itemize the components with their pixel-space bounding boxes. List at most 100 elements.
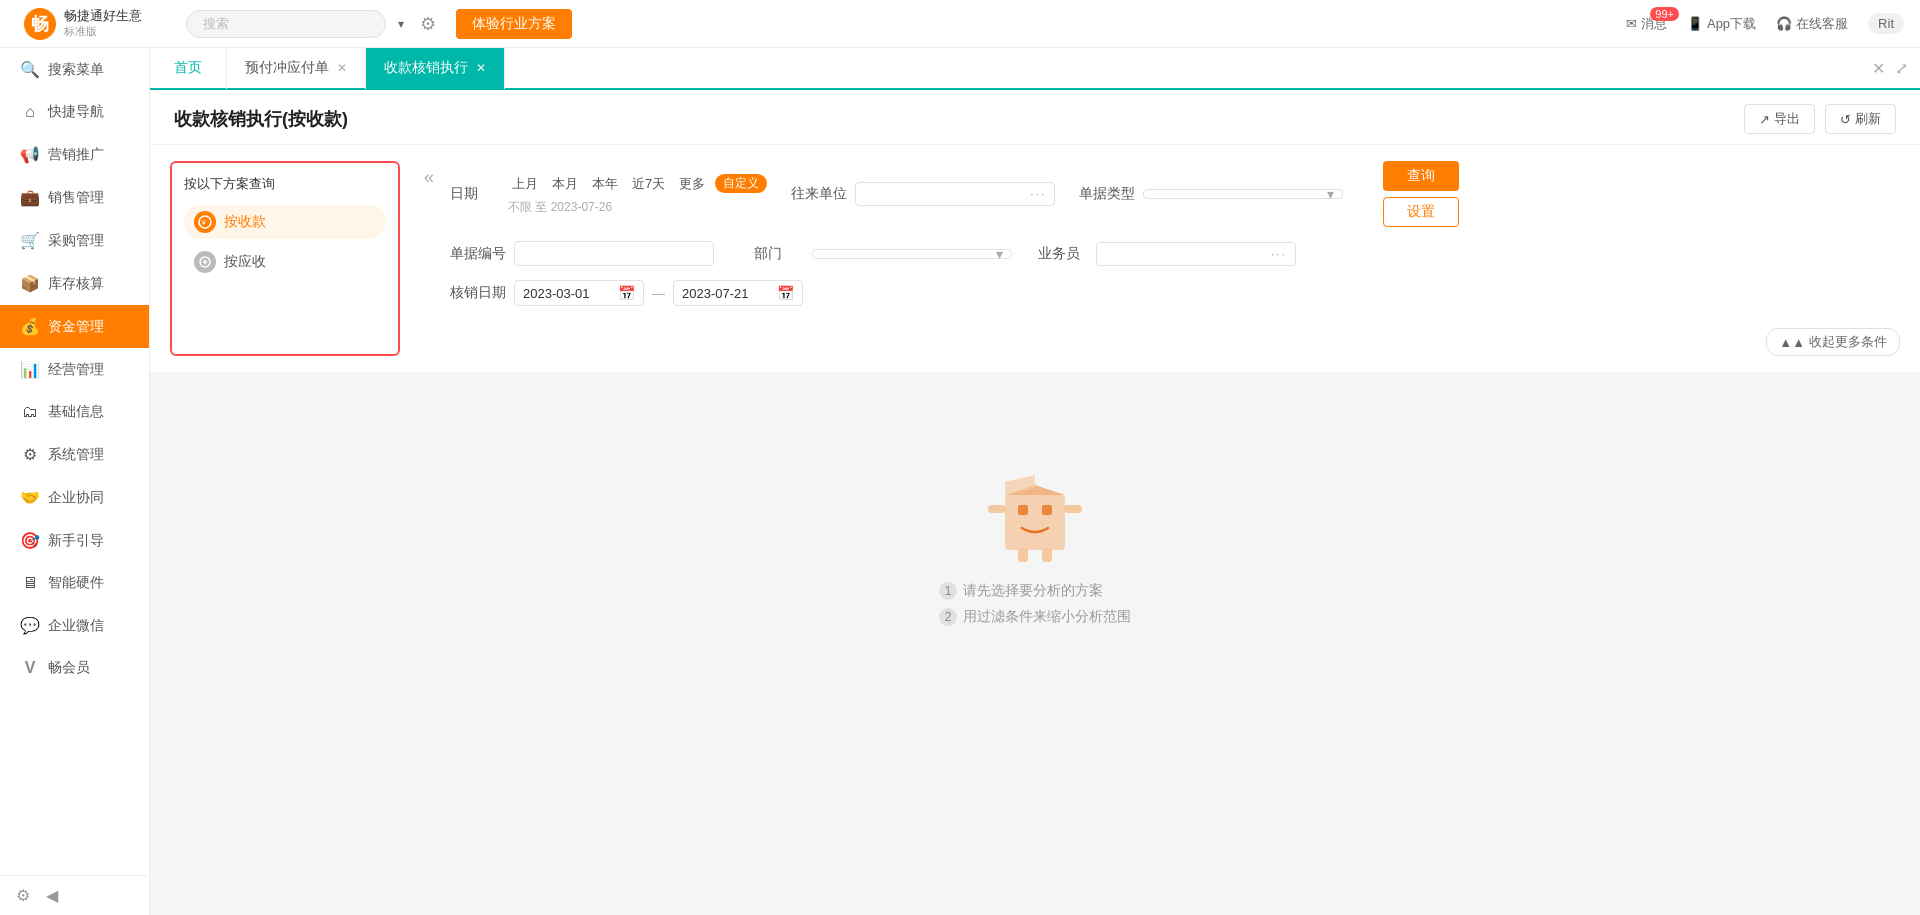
filter-panel-title: 按以下方案查询 bbox=[184, 175, 386, 193]
service-label: 在线客服 bbox=[1796, 15, 1848, 33]
system-icon: ⚙ bbox=[20, 445, 40, 464]
sidebar-item-inventory[interactable]: 📦 库存核算 bbox=[0, 262, 149, 305]
tab-prepay[interactable]: 预付冲应付单 ✕ bbox=[227, 48, 366, 89]
tab-collection-close[interactable]: ✕ bbox=[476, 61, 486, 75]
sidebar-item-sales[interactable]: 💼 销售管理 bbox=[0, 176, 149, 219]
topbar-center: 搜索 ▾ ⚙ 体验行业方案 bbox=[166, 9, 1626, 39]
filter-panel: 按以下方案查询 ¥ 按收款 按应收 bbox=[170, 161, 400, 356]
expand-icon[interactable]: ⤢ bbox=[1895, 59, 1908, 78]
filter-area: 按以下方案查询 ¥ 按收款 按应收 bbox=[150, 145, 1920, 372]
online-service-btn[interactable]: 🎧 在线客服 bbox=[1776, 15, 1848, 33]
verify-start-value: 2023-03-01 bbox=[523, 286, 590, 301]
sidebar-item-enterprise[interactable]: 🤝 企业协同 bbox=[0, 476, 149, 519]
date-field: 日期 上月 本月 本年 近7天 更多 自定义 不限 至 bbox=[450, 173, 767, 216]
shortcut-this-month[interactable]: 本月 bbox=[548, 173, 582, 195]
sidebar-item-quicknav[interactable]: ⌂ 快捷导航 bbox=[0, 91, 149, 133]
sidebar-item-hardware[interactable]: 🖥 智能硬件 bbox=[0, 562, 149, 604]
svg-rect-6 bbox=[1018, 548, 1028, 562]
shortcut-7days[interactable]: 近7天 bbox=[628, 173, 669, 195]
refresh-btn[interactable]: ↺ 刷新 bbox=[1825, 104, 1896, 134]
sidebar-label-finance: 资金管理 bbox=[48, 318, 104, 336]
sidebar-item-member[interactable]: V 畅会员 bbox=[0, 647, 149, 689]
verify-end-date[interactable]: 2023-07-21 📅 bbox=[673, 280, 803, 306]
sidebar-item-search[interactable]: 🔍 搜索菜单 bbox=[0, 48, 149, 91]
verify-start-date[interactable]: 2023-03-01 📅 bbox=[514, 280, 644, 306]
sidebar-item-guide[interactable]: 🎯 新手引导 bbox=[0, 519, 149, 562]
query-actions: 查询 设置 bbox=[1383, 161, 1459, 227]
sidebar-label-sales: 销售管理 bbox=[48, 189, 104, 207]
export-icon: ↗ bbox=[1759, 112, 1770, 127]
sidebar-item-marketing[interactable]: 📢 营销推广 bbox=[0, 133, 149, 176]
sidebar-label-search: 搜索菜单 bbox=[48, 61, 104, 79]
filter-option-receivable[interactable]: 按应收 bbox=[184, 245, 386, 279]
app-download-btn[interactable]: 📱 App下载 bbox=[1687, 15, 1756, 33]
inventory-icon: 📦 bbox=[20, 274, 40, 293]
close-all-icon[interactable]: ✕ bbox=[1872, 59, 1885, 78]
dept-field: 部门 ▾ bbox=[754, 245, 1014, 263]
sidebar-item-purchase[interactable]: 🛒 采购管理 bbox=[0, 219, 149, 262]
tabbar-expand-area: ✕ ⤢ bbox=[1860, 59, 1920, 78]
guide-icon: 🎯 bbox=[20, 531, 40, 550]
sidebar-label-hardware: 智能硬件 bbox=[48, 574, 104, 592]
hint-num-1: 1 bbox=[939, 582, 957, 600]
sidebar-collapse-btn[interactable]: ◀ bbox=[46, 886, 58, 905]
tabbar: 首页 预付冲应付单 ✕ 收款核销执行 ✕ ✕ ⤢ bbox=[150, 48, 1920, 90]
tab-home[interactable]: 首页 bbox=[150, 48, 227, 89]
dept-select[interactable]: ▾ bbox=[812, 249, 1012, 259]
search-dropdown-icon[interactable]: ▾ bbox=[398, 17, 404, 31]
service-icon: 🎧 bbox=[1776, 16, 1792, 31]
sidebar-item-operations[interactable]: 📊 经营管理 bbox=[0, 348, 149, 391]
message-badge: 99+ bbox=[1650, 7, 1679, 21]
collapse-more-label: 收起更多条件 bbox=[1809, 333, 1887, 351]
search-input[interactable]: 搜索 bbox=[186, 10, 386, 38]
staff-field: 业务员 ··· bbox=[1038, 242, 1298, 266]
sidebar-item-finance[interactable]: 💰 资金管理 bbox=[0, 305, 149, 348]
date-separator: — bbox=[652, 286, 665, 301]
username-display[interactable]: Rit bbox=[1868, 13, 1904, 34]
verify-end-value: 2023-07-21 bbox=[682, 286, 749, 301]
shortcut-this-year[interactable]: 本年 bbox=[588, 173, 622, 195]
sidebar-bottom: ⚙ ◀ bbox=[0, 875, 149, 915]
filter-row-2: 单据编号 部门 ▾ 业务员 bbox=[450, 241, 1900, 266]
sidebar-item-system[interactable]: ⚙ 系统管理 bbox=[0, 433, 149, 476]
svg-rect-9 bbox=[1064, 505, 1082, 513]
staff-input[interactable]: ··· bbox=[1096, 242, 1296, 266]
logo-area: 畅 畅捷通好生意 标准版 bbox=[16, 4, 166, 44]
partner-input[interactable]: ··· bbox=[855, 182, 1055, 206]
tab-collection[interactable]: 收款核销执行 ✕ bbox=[366, 48, 505, 89]
collapse-more-btn[interactable]: ▲▲ 收起更多条件 bbox=[1766, 328, 1900, 356]
dept-label: 部门 bbox=[754, 245, 804, 263]
sidebar-item-basic-info[interactable]: 🗂 基础信息 bbox=[0, 391, 149, 433]
message-btn[interactable]: ✉ 消息 99+ bbox=[1626, 15, 1667, 33]
sidebar-label-guide: 新手引导 bbox=[48, 532, 104, 550]
sidebar-item-wechat[interactable]: 💬 企业微信 bbox=[0, 604, 149, 647]
enterprise-icon: 🤝 bbox=[20, 488, 40, 507]
export-btn[interactable]: ↗ 导出 bbox=[1744, 104, 1815, 134]
custom-date-tag[interactable]: 自定义 bbox=[715, 174, 767, 193]
bill-type-select[interactable]: ▾ bbox=[1143, 189, 1343, 199]
svg-rect-8 bbox=[988, 505, 1006, 513]
empty-hint-1: 1 请先选择要分析的方案 bbox=[939, 582, 1131, 600]
date-label: 日期 bbox=[450, 185, 500, 203]
basic-info-icon: 🗂 bbox=[20, 403, 40, 421]
svg-rect-5 bbox=[1042, 505, 1052, 515]
filter-option-receipt[interactable]: ¥ 按收款 bbox=[184, 205, 386, 239]
page-title: 收款核销执行(按收款) bbox=[174, 107, 348, 131]
app-edition: 标准版 bbox=[64, 24, 142, 39]
sidebar-label-basic-info: 基础信息 bbox=[48, 403, 104, 421]
message-icon: ✉ bbox=[1626, 16, 1637, 31]
hint-text-2: 用过滤条件来缩小分析范围 bbox=[963, 608, 1131, 626]
tab-prepay-close[interactable]: ✕ bbox=[337, 61, 347, 75]
sidebar-settings-btn[interactable]: ⚙ bbox=[16, 886, 30, 905]
query-btn[interactable]: 查询 bbox=[1383, 161, 1459, 191]
search-menu-icon: 🔍 bbox=[20, 60, 40, 79]
settings-icon[interactable]: ⚙ bbox=[420, 13, 436, 35]
svg-rect-3 bbox=[1005, 495, 1065, 550]
date-range-display: 不限 至 2023-07-26 bbox=[508, 199, 767, 216]
shortcut-more[interactable]: 更多 bbox=[675, 173, 709, 195]
bill-no-input[interactable] bbox=[514, 241, 714, 266]
filter-collapse-btn[interactable]: « bbox=[420, 165, 438, 190]
shortcut-last-month[interactable]: 上月 bbox=[508, 173, 542, 195]
settings-btn[interactable]: 设置 bbox=[1383, 197, 1459, 227]
industry-btn[interactable]: 体验行业方案 bbox=[456, 9, 572, 39]
